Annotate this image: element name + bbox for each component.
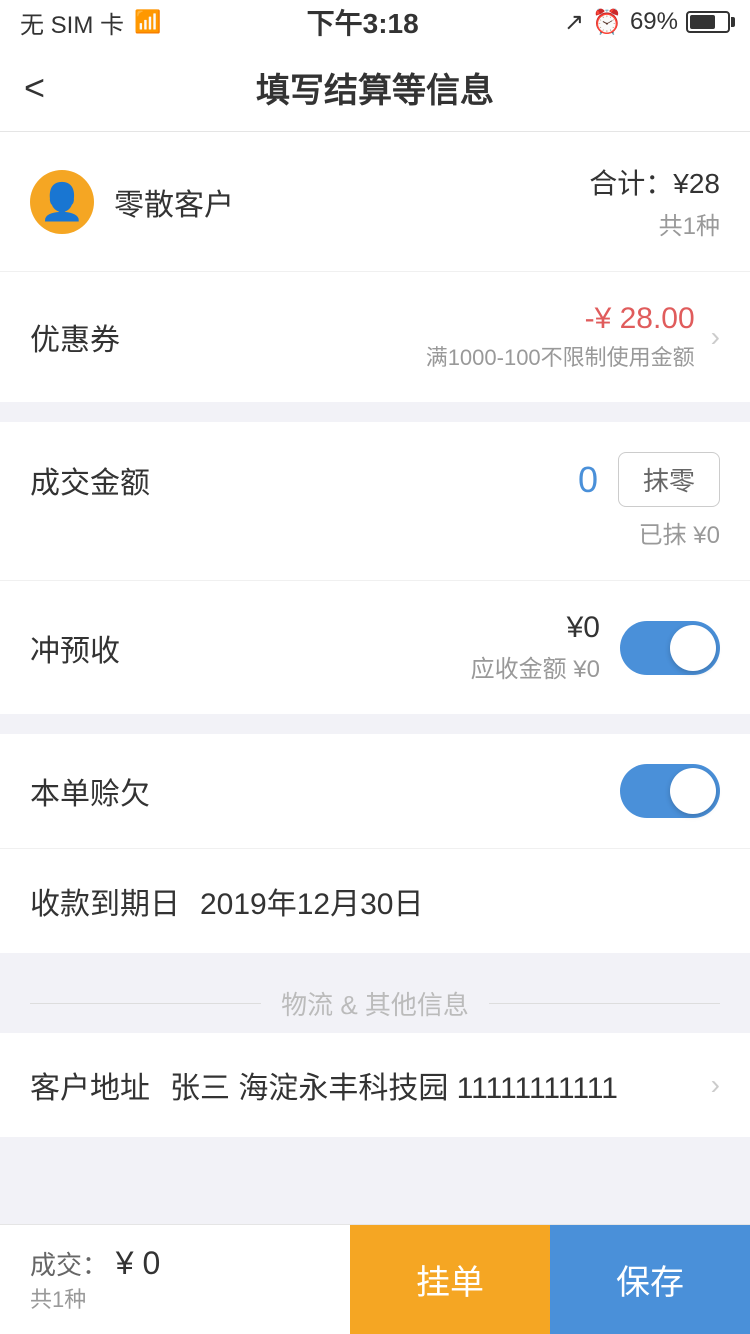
- alarm-icon: ⏰: [592, 8, 622, 37]
- address-card: 客户地址 张三 海淀永丰科技园 11111111111 ›: [0, 1033, 750, 1137]
- deal-amount-section: 成交金额 0 抹零 已抹 ¥0: [0, 422, 750, 580]
- back-button[interactable]: <: [24, 67, 45, 109]
- credit-label: 本单赊欠: [30, 769, 150, 813]
- total-count: 共1种: [589, 206, 720, 241]
- prepay-receivable: 应收金额 ¥0: [471, 649, 600, 684]
- status-right: ↗ ⏰ 69%: [564, 8, 730, 37]
- status-time: 下午3:18: [307, 2, 419, 42]
- bottom-deal-amount: ¥ 0: [116, 1245, 160, 1281]
- main-content: 👤 零散客户 合计：¥28 共1种 优惠券 -¥ 28.00 满1000-100…: [0, 132, 750, 1277]
- battery-fill: [690, 15, 715, 29]
- due-value: 2019年12月30日: [200, 879, 423, 923]
- address-label: 客户地址: [30, 1063, 150, 1107]
- prepay-label: 冲预收: [30, 626, 120, 670]
- avatar: 👤: [30, 170, 94, 234]
- coupon-right: -¥ 28.00 满1000-100不限制使用金额 ›: [426, 302, 720, 372]
- page-title: 填写结算等信息: [256, 63, 494, 112]
- prepay-toggle[interactable]: [620, 621, 720, 675]
- credit-toggle-knob: [670, 768, 716, 814]
- nav-bar: < 填写结算等信息: [0, 44, 750, 132]
- battery-icon: [686, 11, 730, 33]
- avatar-icon: 👤: [40, 181, 85, 223]
- deal-amount-row: 成交金额 0 抹零: [30, 452, 720, 507]
- credit-toggle[interactable]: [620, 764, 720, 818]
- address-value: 张三 海淀永丰科技园 11111111111: [170, 1063, 711, 1107]
- logistics-separator: 物流 & 其他信息: [0, 973, 750, 1033]
- due-label: 收款到期日: [30, 879, 180, 923]
- status-left: 无 SIM 卡 📶: [20, 5, 161, 40]
- wifi-icon: 📶: [134, 9, 161, 35]
- chevron-right-icon: ›: [711, 321, 720, 353]
- bottom-deal-count: 共1种: [30, 1282, 320, 1314]
- address-row[interactable]: 客户地址 张三 海淀永丰科技园 11111111111 ›: [0, 1033, 750, 1137]
- deal-amount-card: 成交金额 0 抹零 已抹 ¥0 冲预收 ¥0 应收金额 ¥0: [0, 422, 750, 714]
- credit-card: 本单赊欠 收款到期日 2019年12月30日: [0, 734, 750, 953]
- deal-label: 成交金额: [30, 458, 150, 502]
- customer-name: 零散客户: [114, 180, 234, 224]
- battery-percent: 69%: [630, 8, 678, 36]
- prepay-row: 冲预收 ¥0 应收金额 ¥0: [30, 611, 720, 684]
- prepay-right: ¥0 应收金额 ¥0: [471, 611, 720, 684]
- customer-left: 👤 零散客户: [30, 170, 234, 234]
- bottom-deal-label: 成交：: [30, 1250, 108, 1280]
- prepay-amount: ¥0: [471, 611, 600, 645]
- toggle-knob: [670, 625, 716, 671]
- customer-summary: 合计：¥28 共1种: [589, 162, 720, 241]
- location-icon: ↗: [564, 8, 584, 37]
- deducted-row: 已抹 ¥0: [30, 515, 720, 550]
- round-button[interactable]: 抹零: [618, 452, 720, 507]
- prepay-value-block: ¥0 应收金额 ¥0: [471, 611, 600, 684]
- logistics-label: 物流 & 其他信息: [261, 985, 489, 1022]
- coupon-amount: -¥ 28.00: [426, 302, 695, 336]
- due-date-row: 收款到期日 2019年12月30日: [0, 848, 750, 953]
- deal-right: 0 抹零: [558, 452, 720, 507]
- save-button[interactable]: 保存: [550, 1225, 750, 1334]
- total-amount: 合计：¥28: [589, 162, 720, 202]
- bottom-summary: 成交： ¥ 0 共1种: [0, 1245, 350, 1314]
- address-chevron-icon: ›: [711, 1069, 720, 1101]
- carrier-text: 无 SIM 卡: [20, 5, 124, 40]
- credit-row: 本单赊欠: [0, 734, 750, 848]
- coupon-row[interactable]: 优惠券 -¥ 28.00 满1000-100不限制使用金额 ›: [0, 271, 750, 402]
- status-bar: 无 SIM 卡 📶 下午3:18 ↗ ⏰ 69%: [0, 0, 750, 44]
- bottom-bar: 成交： ¥ 0 共1种 挂单 保存: [0, 1224, 750, 1334]
- coupon-desc: 满1000-100不限制使用金额: [426, 340, 695, 372]
- deal-value: 0: [558, 459, 598, 501]
- coupon-label: 优惠券: [30, 315, 120, 359]
- bottom-deal-line: 成交： ¥ 0: [30, 1245, 320, 1282]
- hang-button[interactable]: 挂单: [350, 1225, 550, 1334]
- customer-card: 👤 零散客户 合计：¥28 共1种 优惠券 -¥ 28.00 满1000-100…: [0, 132, 750, 402]
- customer-row: 👤 零散客户 合计：¥28 共1种: [0, 132, 750, 271]
- coupon-value: -¥ 28.00 满1000-100不限制使用金额: [426, 302, 695, 372]
- prepay-section: 冲预收 ¥0 应收金额 ¥0: [0, 580, 750, 714]
